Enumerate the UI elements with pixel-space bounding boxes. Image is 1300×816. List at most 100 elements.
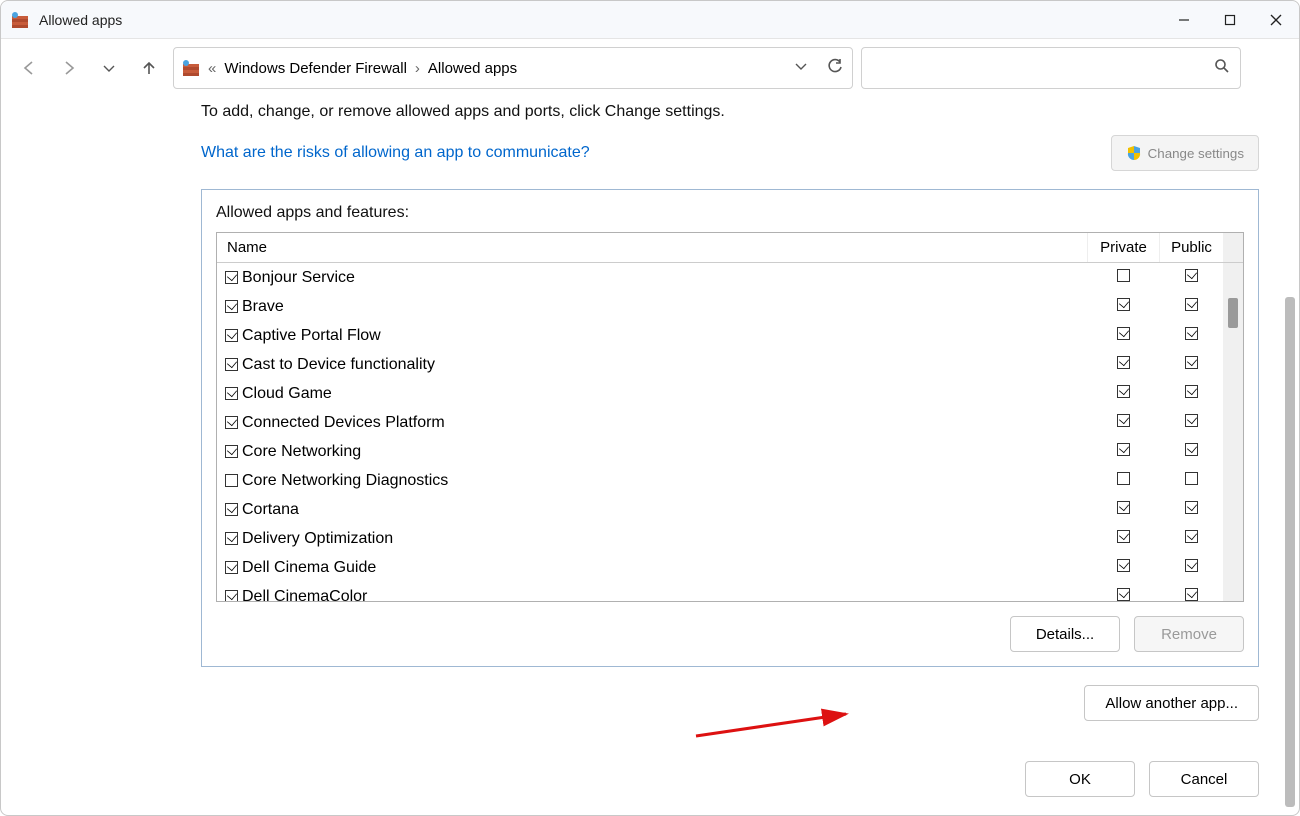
back-button[interactable] [13,52,45,84]
table-row[interactable]: Cloud Game [217,379,1223,408]
enable-checkbox[interactable] [225,300,238,313]
table-row[interactable]: Cast to Device functionality [217,350,1223,379]
table-row[interactable]: Core Networking [217,437,1223,466]
public-checkbox[interactable] [1185,269,1198,282]
column-private[interactable]: Private [1087,233,1159,262]
apps-listbox: Name Private Public Bonjour Service Brave… [216,232,1244,602]
private-checkbox[interactable] [1117,269,1130,282]
public-checkbox[interactable] [1185,414,1198,427]
cancel-button[interactable]: Cancel [1149,761,1259,797]
table-row[interactable]: Core Networking Diagnostics [217,466,1223,495]
group-label: Allowed apps and features: [216,204,1244,222]
close-button[interactable] [1253,1,1299,39]
breadcrumb-item[interactable]: Windows Defender Firewall [224,60,407,77]
table-row[interactable]: Bonjour Service [217,263,1223,292]
change-settings-button[interactable]: Change settings [1111,135,1259,171]
app-name: Cast to Device functionality [242,356,435,374]
list-header: Name Private Public [217,233,1243,263]
public-checkbox[interactable] [1185,356,1198,369]
help-link[interactable]: What are the risks of allowing an app to… [201,144,590,162]
allow-another-app-button[interactable]: Allow another app... [1084,685,1259,721]
private-checkbox[interactable] [1117,327,1130,340]
remove-button[interactable]: Remove [1134,616,1244,652]
search-box[interactable] [861,47,1241,89]
public-checkbox[interactable] [1185,501,1198,514]
details-button[interactable]: Details... [1010,616,1120,652]
table-row[interactable]: Cortana [217,495,1223,524]
window-title: Allowed apps [39,12,122,28]
enable-checkbox[interactable] [225,271,238,284]
app-name: Bonjour Service [242,269,355,287]
public-checkbox[interactable] [1185,443,1198,456]
firewall-icon [182,59,200,77]
forward-button[interactable] [53,52,85,84]
app-name: Core Networking Diagnostics [242,472,448,490]
dialog-footer: OK Cancel [1,743,1299,815]
enable-checkbox[interactable] [225,503,238,516]
public-checkbox[interactable] [1185,327,1198,340]
private-checkbox[interactable] [1117,501,1130,514]
public-checkbox[interactable] [1185,385,1198,398]
private-checkbox[interactable] [1117,530,1130,543]
enable-checkbox[interactable] [225,561,238,574]
private-checkbox[interactable] [1117,414,1130,427]
table-row[interactable]: Captive Portal Flow [217,321,1223,350]
column-public[interactable]: Public [1159,233,1223,262]
scrollbar-thumb[interactable] [1228,298,1238,328]
private-checkbox[interactable] [1117,443,1130,456]
enable-checkbox[interactable] [225,532,238,545]
firewall-icon [11,11,29,29]
enable-checkbox[interactable] [225,590,238,601]
app-name: Cloud Game [242,385,332,403]
address-bar[interactable]: « Windows Defender Firewall › Allowed ap… [173,47,853,89]
breadcrumb-overflow-icon[interactable]: « [208,60,216,77]
public-checkbox[interactable] [1185,588,1198,601]
private-checkbox[interactable] [1117,472,1130,485]
refresh-icon[interactable] [826,57,844,79]
private-checkbox[interactable] [1117,588,1130,601]
chevron-right-icon: › [415,60,420,77]
public-checkbox[interactable] [1185,530,1198,543]
table-row[interactable]: Brave [217,292,1223,321]
ok-button[interactable]: OK [1025,761,1135,797]
app-name: Brave [242,298,284,316]
public-checkbox[interactable] [1185,559,1198,572]
recent-locations-button[interactable] [93,52,125,84]
allowed-apps-group: Allowed apps and features: Name Private … [201,189,1259,667]
table-row[interactable]: Delivery Optimization [217,524,1223,553]
private-checkbox[interactable] [1117,298,1130,311]
column-name[interactable]: Name [217,233,1087,262]
public-checkbox[interactable] [1185,472,1198,485]
scrollbar-thumb[interactable] [1285,297,1295,807]
app-name: Connected Devices Platform [242,414,445,432]
minimize-button[interactable] [1161,1,1207,39]
app-name: Delivery Optimization [242,530,393,548]
change-settings-label: Change settings [1148,146,1244,161]
private-checkbox[interactable] [1117,385,1130,398]
titlebar: Allowed apps [1,1,1299,39]
private-checkbox[interactable] [1117,559,1130,572]
enable-checkbox[interactable] [225,445,238,458]
private-checkbox[interactable] [1117,356,1130,369]
table-row[interactable]: Dell CinemaColor [217,582,1223,601]
enable-checkbox[interactable] [225,416,238,429]
table-row[interactable]: Dell Cinema Guide [217,553,1223,582]
window-scrollbar[interactable] [1283,207,1297,683]
breadcrumb-item[interactable]: Allowed apps [428,60,517,77]
app-name: Dell Cinema Guide [242,559,376,577]
up-button[interactable] [133,52,165,84]
enable-checkbox[interactable] [225,387,238,400]
enable-checkbox[interactable] [225,474,238,487]
nav-row: « Windows Defender Firewall › Allowed ap… [1,39,1299,97]
app-name: Captive Portal Flow [242,327,381,345]
maximize-button[interactable] [1207,1,1253,39]
list-scrollbar[interactable] [1223,263,1243,601]
chevron-down-icon[interactable] [794,59,808,77]
content-pane: To add, change, or remove allowed apps a… [1,97,1299,743]
window-controls [1161,1,1299,39]
enable-checkbox[interactable] [225,358,238,371]
public-checkbox[interactable] [1185,298,1198,311]
table-row[interactable]: Connected Devices Platform [217,408,1223,437]
shield-icon [1126,145,1142,161]
enable-checkbox[interactable] [225,329,238,342]
